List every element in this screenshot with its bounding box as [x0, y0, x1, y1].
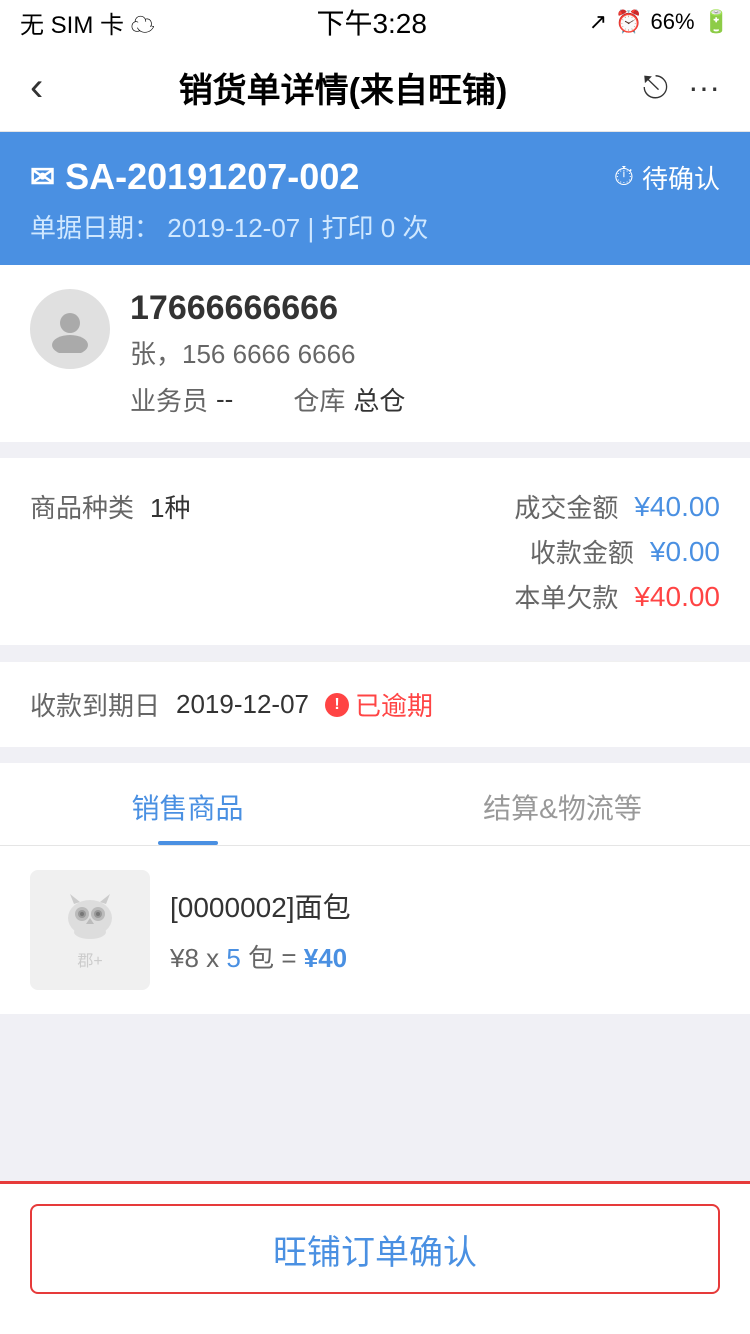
sales-info: 业务员 -- [130, 381, 233, 418]
customer-phone: 17666666666 [130, 289, 720, 328]
tabs: 销售商品 结算&物流等 [0, 763, 750, 846]
share-icon[interactable]: ⎋ [643, 69, 668, 107]
avatar [30, 289, 110, 369]
product-quantity: 5 [226, 943, 240, 973]
customer-name: 张，156 6666 6666 [130, 334, 720, 371]
tab-sales-products[interactable]: 销售商品 [0, 763, 375, 845]
status-badge: ⏱ 待确认 [614, 159, 720, 196]
nav-bar: ‹ 销货单详情(来自旺铺) ⎋ ··· [0, 44, 750, 132]
summary-section: 商品种类 1种 成交金额 ¥40.00 收款金额 ¥0.00 本单欠款 ¥40.… [0, 458, 750, 645]
received-row: 收款金额 ¥0.00 [530, 533, 720, 570]
no-sim-text: 无 SIM 卡 ☁ [20, 5, 155, 40]
status-clock-icon: ⏱ [614, 161, 634, 193]
warehouse-info: 仓库 总仓 [293, 381, 405, 418]
section-divider-1 [0, 442, 750, 458]
sales-value: -- [216, 384, 233, 415]
multiply-sign: x [206, 943, 226, 973]
amount-row: 成交金额 ¥40.00 [514, 488, 720, 525]
status-left: 无 SIM 卡 ☁ [20, 5, 155, 40]
summary-right: 成交金额 ¥40.00 收款金额 ¥0.00 本单欠款 ¥40.00 [514, 488, 720, 615]
blue-header: ✉ SA-20191207-002 ⏱ 待确认 单据日期： 2019-12-07… [0, 132, 750, 265]
owed-label: 本单欠款 [514, 578, 618, 615]
back-button[interactable]: ‹ [30, 65, 43, 110]
product-price-row: ¥8 x 5 包 = ¥40 [170, 938, 720, 975]
more-icon[interactable]: ··· [688, 69, 720, 106]
warehouse-label: 仓库 [293, 381, 345, 418]
due-date: 2019-12-07 [176, 689, 309, 720]
order-number-text: SA-20191207-002 [65, 156, 359, 198]
product-thumbnail: 郡+ [30, 870, 150, 990]
overdue-text: 已逾期 [355, 686, 433, 723]
product-unit: 包 [248, 943, 274, 973]
section-divider-2 [0, 747, 750, 763]
category-label: 商品种类 [30, 488, 134, 525]
status-right: ↗ ⏰ 66% 🔋 [589, 9, 730, 35]
page-title: 销货单详情(来自旺铺) [179, 63, 508, 112]
product-total: ¥40 [304, 943, 347, 973]
order-icon: ✉ [30, 160, 55, 195]
owed-value: ¥40.00 [634, 581, 720, 613]
product-item: 郡+ [0000002]面包 ¥8 x 5 包 = ¥40 [0, 846, 750, 1014]
nav-right: ⎋ ··· [643, 69, 720, 107]
tab-settlement[interactable]: 结算&物流等 [375, 763, 750, 845]
order-number: ✉ SA-20191207-002 [30, 156, 359, 198]
battery-icon: 🔋 [703, 9, 730, 35]
nav-left: ‹ [30, 65, 43, 110]
customer-meta: 业务员 -- 仓库 总仓 [130, 381, 720, 418]
amount-label: 成交金额 [514, 488, 618, 525]
product-brand: 郡+ [60, 947, 120, 971]
customer-section: 17666666666 张，156 6666 6666 业务员 -- 仓库 总仓 [0, 265, 750, 442]
summary-left: 商品种类 1种 [30, 488, 514, 525]
amount-value: ¥40.00 [634, 491, 720, 523]
order-date: 单据日期： 2019-12-07 | 打印 0 次 [30, 208, 720, 245]
product-price: ¥8 [170, 943, 199, 973]
received-label: 收款金额 [530, 533, 634, 570]
due-section: 收款到期日 2019-12-07 ! 已逾期 [0, 662, 750, 747]
due-label: 收款到期日 [30, 686, 160, 723]
category-value: 1种 [150, 488, 190, 525]
product-name: [0000002]面包 [170, 886, 720, 926]
status-time: 下午3:28 [316, 2, 427, 42]
battery-text: 66% [651, 9, 695, 35]
overdue-badge: ! 已逾期 [325, 686, 433, 723]
location-icon: ↗ [589, 9, 607, 35]
warehouse-value: 总仓 [353, 381, 405, 418]
equals-sign: = [281, 943, 303, 973]
confirm-button-wrap: 旺铺订单确认 [0, 1181, 750, 1334]
product-info: [0000002]面包 ¥8 x 5 包 = ¥40 [170, 886, 720, 975]
confirm-order-button[interactable]: 旺铺订单确认 [30, 1204, 720, 1294]
received-value: ¥0.00 [650, 536, 720, 568]
customer-info: 17666666666 张，156 6666 6666 业务员 -- 仓库 总仓 [130, 289, 720, 418]
status-bar: 无 SIM 卡 ☁ 下午3:28 ↗ ⏰ 66% 🔋 [0, 0, 750, 44]
alarm-icon: ⏰ [615, 9, 642, 35]
overdue-icon: ! [325, 693, 349, 717]
owed-row: 本单欠款 ¥40.00 [514, 578, 720, 615]
sales-label: 业务员 [130, 381, 208, 418]
status-text: 待确认 [642, 159, 720, 196]
